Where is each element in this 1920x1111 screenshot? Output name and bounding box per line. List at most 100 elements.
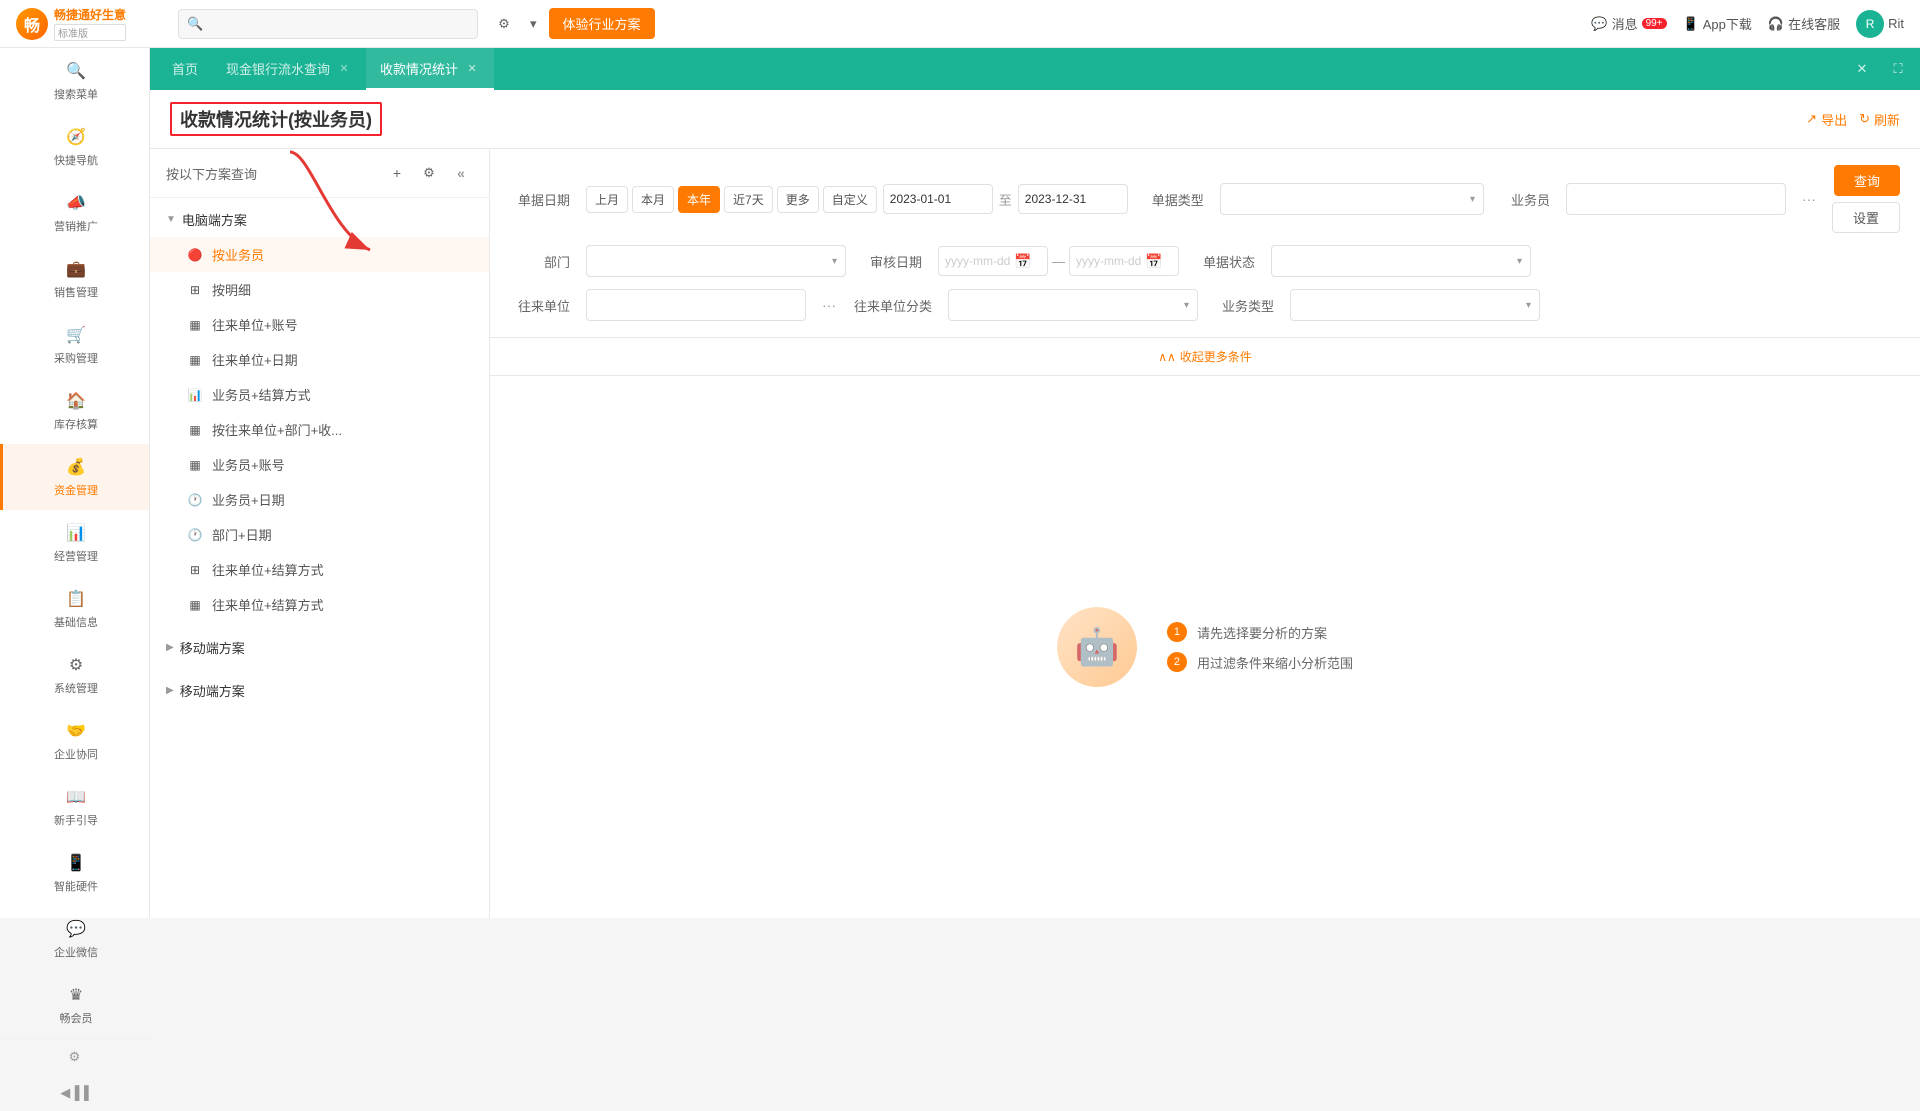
- trial-button[interactable]: 体验行业方案: [549, 8, 655, 39]
- sidebar-label-3: 销售管理: [54, 284, 98, 300]
- date-from-input[interactable]: 2023-01-01: [883, 184, 993, 214]
- salesperson-more-dots[interactable]: ···: [1802, 191, 1816, 207]
- tree-item-0-9[interactable]: ⊞ 往来单位+结算方式: [150, 552, 489, 587]
- query-button[interactable]: 查询: [1834, 165, 1900, 196]
- settings-button[interactable]: 设置: [1832, 202, 1900, 233]
- counterpart-select[interactable]: [586, 289, 806, 321]
- date-to-input[interactable]: 2023-12-31: [1018, 184, 1128, 214]
- tree-item-0-7[interactable]: 🕐 业务员+日期: [150, 482, 489, 517]
- sidebar-item-基础信息[interactable]: 📋 基础信息: [0, 576, 149, 642]
- tree-item-0-2[interactable]: ▦ 往来单位+账号: [150, 307, 489, 342]
- tree-item-0-1[interactable]: ⊞ 按明细: [150, 272, 489, 307]
- settings-scheme-icon[interactable]: ⚙: [417, 161, 441, 185]
- sidebar-item-系统管理[interactable]: ⚙ 系统管理: [0, 642, 149, 708]
- sidebar-item-企业微信[interactable]: 💬 企业微信: [0, 906, 149, 972]
- date-label: 单据日期: [510, 190, 570, 209]
- sidebar-item-销售管理[interactable]: 💼 销售管理: [0, 246, 149, 312]
- tree-group-mobile: ▶移动端方案: [150, 669, 489, 712]
- tab-close-1[interactable]: ✕: [336, 60, 352, 76]
- step-num-1: 1: [1167, 622, 1187, 642]
- date-btn-more[interactable]: 更多: [777, 186, 819, 213]
- top-search-box[interactable]: 🔍: [178, 9, 478, 39]
- collapse-bar[interactable]: ∧∧ 收起更多条件: [490, 338, 1920, 376]
- export-button[interactable]: ↗ 导出: [1806, 110, 1847, 129]
- date-separator: 至: [999, 190, 1012, 209]
- tab-2[interactable]: 收款情况统计✕: [366, 48, 494, 90]
- date-btn-this-year[interactable]: 本年: [678, 186, 720, 213]
- tree-item-icon-0-0: 🔴: [186, 246, 204, 264]
- tree-group-label-1: 移动端方案: [180, 638, 245, 657]
- tree-item-0-0[interactable]: 🔴 按业务员: [150, 237, 489, 272]
- collapse-panel-icon[interactable]: «: [449, 161, 473, 185]
- user-avatar[interactable]: R Rit: [1856, 10, 1904, 38]
- tree-item-0-4[interactable]: 📊 业务员+结算方式: [150, 377, 489, 412]
- brand-icon: 畅: [16, 8, 48, 40]
- edition-badge: 标准版: [54, 24, 126, 41]
- salesperson-select[interactable]: [1566, 183, 1786, 215]
- tree-item-0-3[interactable]: ▦ 往来单位+日期: [150, 342, 489, 377]
- tree-group-header-1[interactable]: ▶ 移动端方案: [150, 630, 489, 665]
- audit-to-placeholder: yyyy-mm-dd: [1076, 254, 1141, 268]
- sidebar-item-新手引导[interactable]: 📖 新手引导: [0, 774, 149, 840]
- tab-1[interactable]: 现金银行流水查询 ✕: [212, 48, 366, 90]
- filter-row-2: 部门 ▾ 审核日期 yyyy-mm-dd 📅 —: [510, 245, 1900, 277]
- tree-group-0: ▼ 电脑端方案 🔴 按业务员 ⊞ 按明细 ▦ 往来单位+账号 ▦ 往来单位+日期…: [150, 198, 489, 626]
- counterpart-more-dots[interactable]: ···: [822, 297, 836, 313]
- sidebar-item-畅会员[interactable]: ♛ 畅会员: [0, 972, 149, 1038]
- tab-label-1: 现金银行流水查询: [226, 59, 330, 78]
- message-action[interactable]: 💬 消息 99+: [1591, 14, 1666, 33]
- refresh-button[interactable]: ↻ 刷新: [1859, 110, 1900, 129]
- tree-item-0-8[interactable]: 🕐 部门+日期: [150, 517, 489, 552]
- audit-from-cal-icon[interactable]: 📅: [1014, 253, 1031, 270]
- settings-gear-icon[interactable]: ⚙: [490, 10, 518, 38]
- sidebar-item-智能硬件[interactable]: 📱 智能硬件: [0, 840, 149, 906]
- tree-item-label-0-4: 业务员+结算方式: [212, 385, 311, 404]
- brand-area: 畅 畅捷通好生意 标准版: [16, 6, 166, 41]
- dept-select[interactable]: ▾: [586, 245, 846, 277]
- audit-to-cal-icon[interactable]: 📅: [1145, 253, 1162, 270]
- tree-item-0-6[interactable]: ▦ 业务员+账号: [150, 447, 489, 482]
- search-input[interactable]: [207, 17, 469, 31]
- page-title: 收款情况统计(按业务员): [170, 102, 382, 136]
- step-2-label: 用过滤条件来缩小分析范围: [1197, 653, 1353, 672]
- tree-group-header-mobile[interactable]: ▶移动端方案: [150, 673, 489, 708]
- sidebar-item-库存核算[interactable]: 🏠 库存核算: [0, 378, 149, 444]
- sidebar-item-营销推广[interactable]: 📣 营销推广: [0, 180, 149, 246]
- online-service-label: 在线客服: [1788, 14, 1840, 33]
- sidebar-item-企业协同[interactable]: 🤝 企业协同: [0, 708, 149, 774]
- tree-group-header-0[interactable]: ▼ 电脑端方案: [150, 202, 489, 237]
- date-btn-this-month[interactable]: 本月: [632, 186, 674, 213]
- sidebar-item-经营管理[interactable]: 📊 经营管理: [0, 510, 149, 576]
- sidebar-bottom-collapse[interactable]: ◀▐▐: [0, 1075, 149, 1111]
- audit-date-to[interactable]: yyyy-mm-dd 📅: [1069, 246, 1179, 276]
- tree-item-0-5[interactable]: ▦ 按往来单位+部门+收...: [150, 412, 489, 447]
- sidebar-item-采购管理[interactable]: 🛒 采购管理: [0, 312, 149, 378]
- tree-item-0-10[interactable]: ▦ 往来单位+结算方式: [150, 587, 489, 622]
- dept-dropdown-arrow: ▾: [832, 256, 837, 267]
- left-panel: 按以下方案查询 + ⚙ « ▼ 电脑端方案 🔴 按业务员 ⊞ 按明细 ▦ 往来单: [150, 149, 490, 918]
- sidebar-bottom-settings[interactable]: ⚙: [0, 1039, 149, 1075]
- online-service-action[interactable]: 🎧 在线客服: [1768, 14, 1840, 33]
- date-btn-7days[interactable]: 近7天: [724, 186, 773, 213]
- counterpart-category-select[interactable]: ▾: [948, 289, 1198, 321]
- app-download-action[interactable]: 📱 App下载: [1683, 14, 1752, 33]
- tree-container: ▼ 电脑端方案 🔴 按业务员 ⊞ 按明细 ▦ 往来单位+账号 ▦ 往来单位+日期…: [150, 198, 489, 712]
- tab-0[interactable]: 首页: [158, 48, 212, 90]
- sidebar-item-搜索菜单[interactable]: 🔍 搜索菜单: [0, 48, 149, 114]
- doc-type-select[interactable]: ▾: [1220, 183, 1484, 215]
- tab-close-all-icon[interactable]: ✕: [1848, 55, 1876, 83]
- tab-close-2[interactable]: ✕: [464, 60, 480, 76]
- page-header-actions: ↗ 导出 ↻ 刷新: [1806, 110, 1900, 129]
- audit-date-group: yyyy-mm-dd 📅 — yyyy-mm-dd 📅: [938, 246, 1179, 276]
- date-btn-last-month[interactable]: 上月: [586, 186, 628, 213]
- dropdown-arrow-icon[interactable]: ▾: [530, 16, 537, 32]
- tab-maximize-icon[interactable]: ⛶: [1884, 55, 1912, 83]
- business-type-select[interactable]: ▾: [1290, 289, 1540, 321]
- audit-date-from[interactable]: yyyy-mm-dd 📅: [938, 246, 1048, 276]
- date-btn-custom[interactable]: 自定义: [823, 186, 877, 213]
- sidebar-item-快捷导航[interactable]: 🧭 快捷导航: [0, 114, 149, 180]
- add-scheme-icon[interactable]: +: [385, 161, 409, 185]
- doc-status-select[interactable]: ▾: [1271, 245, 1531, 277]
- sidebar-item-资金管理[interactable]: 💰 资金管理: [0, 444, 149, 510]
- left-panel-icons: + ⚙ «: [385, 161, 473, 185]
